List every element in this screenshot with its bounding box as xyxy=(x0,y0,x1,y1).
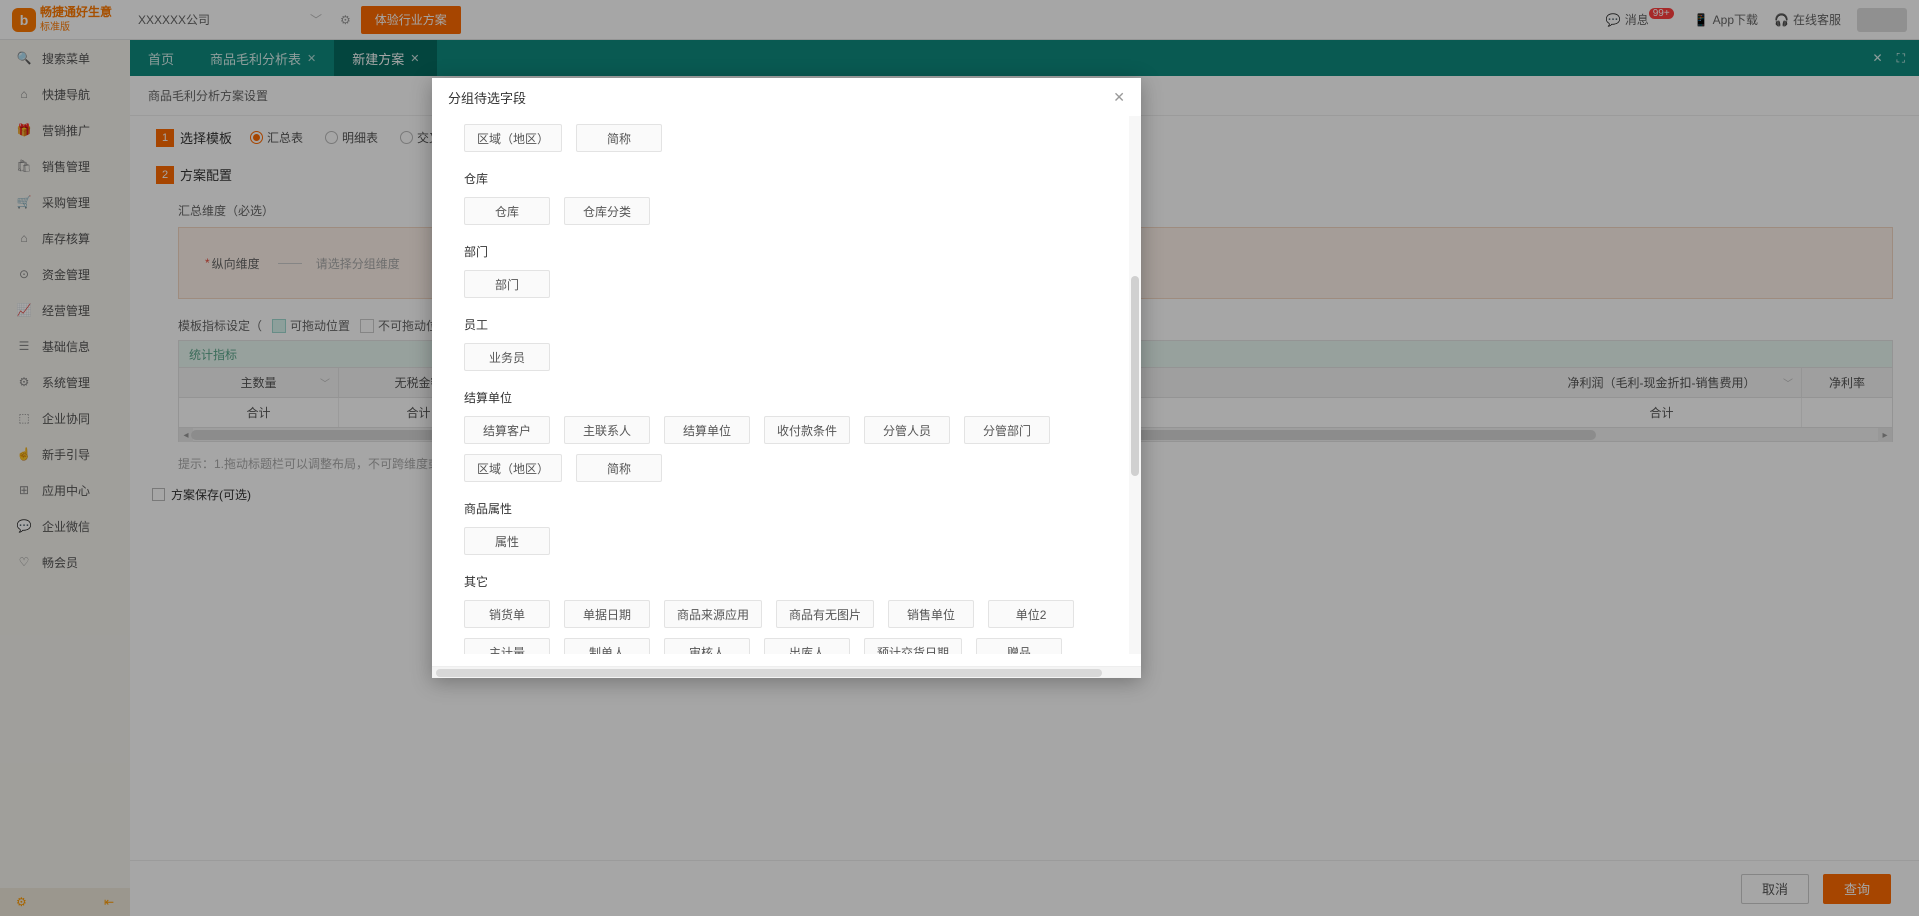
field-tag[interactable]: 分管人员 xyxy=(864,416,950,444)
field-tag[interactable]: 业务员 xyxy=(464,343,550,371)
group-tags: 部门 xyxy=(464,270,1113,298)
field-tag[interactable]: 商品来源应用 xyxy=(664,600,762,628)
group-title: 商品属性 xyxy=(464,500,1113,517)
group-tags: 仓库仓库分类 xyxy=(464,197,1113,225)
group-title: 结算单位 xyxy=(464,389,1113,406)
modal-body: 客户客户分类分管部门分管人员主联系人主联系人销售单位 区域（地区）简称 仓库仓库… xyxy=(432,116,1141,666)
field-tag[interactable]: 结算单位 xyxy=(664,416,750,444)
field-tag[interactable]: 制单人 xyxy=(564,638,650,654)
group-title: 仓库 xyxy=(464,170,1113,187)
field-tag[interactable]: 分管部门 xyxy=(964,416,1050,444)
field-tag[interactable]: 出库人 xyxy=(764,638,850,654)
field-tag[interactable]: 简称 xyxy=(576,124,662,152)
field-tag[interactable]: 预计交货日期 xyxy=(864,638,962,654)
group-title: 其它 xyxy=(464,573,1113,590)
field-picker-modal: 分组待选字段 ✕ 客户客户分类分管部门分管人员主联系人主联系人销售单位 区域（地… xyxy=(432,78,1141,678)
modal-scroll[interactable]: 客户客户分类分管部门分管人员主联系人主联系人销售单位 区域（地区）简称 仓库仓库… xyxy=(432,116,1129,654)
modal-title: 分组待选字段 xyxy=(448,88,526,107)
field-tag[interactable]: 单位2 xyxy=(988,600,1074,628)
field-tag[interactable]: 简称 xyxy=(576,454,662,482)
scroll-thumb[interactable] xyxy=(436,669,1102,677)
field-tag[interactable]: 商品有无图片 xyxy=(776,600,874,628)
field-tag[interactable]: 部门 xyxy=(464,270,550,298)
field-tag[interactable]: 单据日期 xyxy=(564,600,650,628)
group-tags: 结算客户主联系人结算单位收付款条件分管人员分管部门区域（地区） 简称 xyxy=(464,416,1113,482)
field-tag[interactable]: 销货单 xyxy=(464,600,550,628)
field-tag[interactable]: 仓库 xyxy=(464,197,550,225)
field-tag[interactable]: 属性 xyxy=(464,527,550,555)
close-icon[interactable]: ✕ xyxy=(1113,89,1125,106)
field-tag[interactable]: 审核人 xyxy=(664,638,750,654)
field-tag[interactable]: 主计量 xyxy=(464,638,550,654)
group-title: 部门 xyxy=(464,243,1113,260)
modal-horizontal-scrollbar[interactable] xyxy=(432,666,1141,678)
field-tag[interactable]: 区域（地区） xyxy=(464,124,562,152)
field-tag[interactable]: 销售单位 xyxy=(888,600,974,628)
group-tags: 属性 xyxy=(464,527,1113,555)
group-tags: 销货单单据日期商品来源应用商品有无图片销售单位单位2 主计量制单人审核人出库人预计… xyxy=(464,600,1113,654)
group-tags: 业务员 xyxy=(464,343,1113,371)
field-tag[interactable]: 赠品 xyxy=(976,638,1062,654)
group-title: 员工 xyxy=(464,316,1113,333)
field-tag[interactable]: 仓库分类 xyxy=(564,197,650,225)
modal-vertical-scrollbar[interactable] xyxy=(1129,116,1141,654)
field-tag[interactable]: 结算客户 xyxy=(464,416,550,444)
field-tag[interactable]: 区域（地区） xyxy=(464,454,562,482)
scroll-thumb[interactable] xyxy=(1131,276,1139,476)
modal-header: 分组待选字段 ✕ xyxy=(432,78,1141,116)
field-tag[interactable]: 收付款条件 xyxy=(764,416,850,444)
field-tag[interactable]: 主联系人 xyxy=(564,416,650,444)
